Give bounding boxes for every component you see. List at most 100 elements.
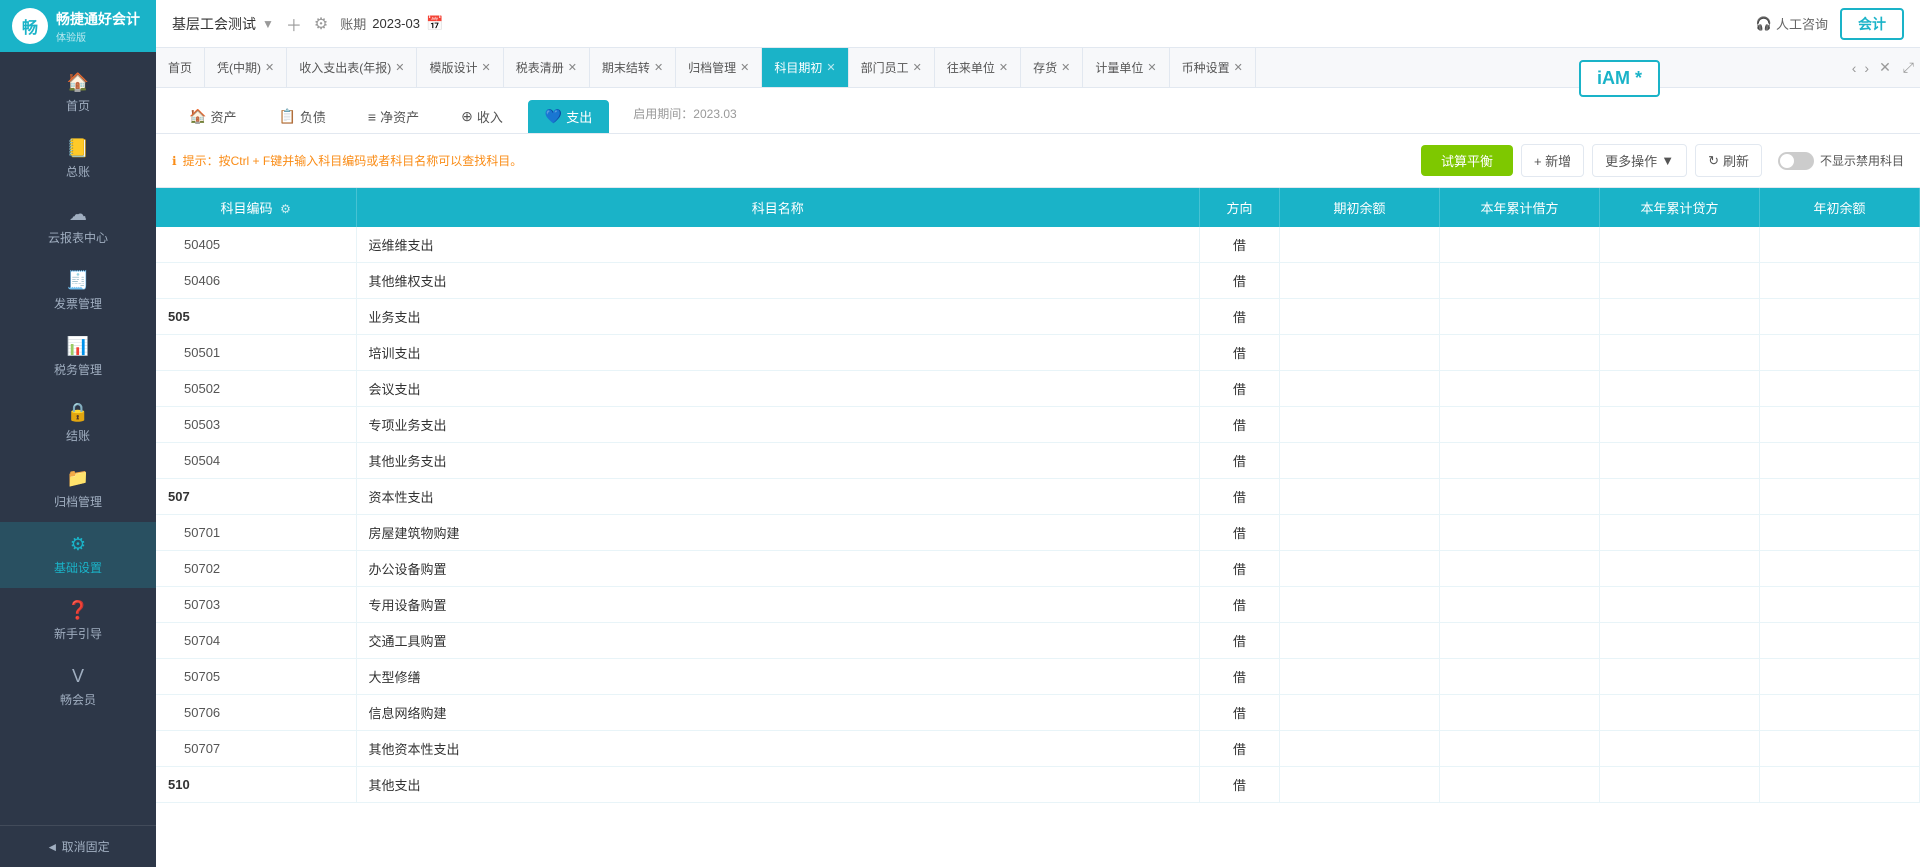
cat-tab-label: 资产 [210,107,236,126]
tab-计量单位[interactable]: 计量单位✕ [1083,48,1169,87]
tab-close-icon[interactable]: ✕ [395,61,404,74]
table-row[interactable]: 507 资本性支出 借 [156,479,1920,515]
settings-icon[interactable]: ⚙ [314,14,328,34]
add-button[interactable]: + 新增 [1521,144,1584,177]
cat-tab-收入[interactable]: ⊕ 收入 [444,100,520,133]
cell-balance [1280,443,1440,479]
topbar-right: 🎧 人工咨询 会计 [1756,8,1904,40]
tab-存货[interactable]: 存货✕ [1021,48,1083,87]
table-row[interactable]: 50704 交通工具购置 借 [156,623,1920,659]
tab-币种设置[interactable]: 币种设置✕ [1170,48,1256,87]
cat-tab-净资产[interactable]: ≡ 净资产 [351,100,436,133]
cell-debit [1440,515,1600,551]
account-button[interactable]: 会计 [1840,8,1904,40]
sidebar-nav: 🏠 首页📒 总账☁ 云报表中心🧾 发票管理📊 税务管理🔒 结账📁 归档管理⚙ 基… [0,52,156,825]
cell-direction: 借 [1200,731,1280,767]
sidebar-item-新手引导[interactable]: ❓ 新手引导 [0,588,156,654]
tab-close-icon[interactable]: ✕ [1061,61,1070,74]
table-row[interactable]: 50707 其他资本性支出 借 [156,731,1920,767]
cell-year-balance [1760,659,1920,695]
sidebar-item-总账[interactable]: 📒 总账 [0,126,156,192]
cell-year-balance [1760,371,1920,407]
sidebar-item-icon: 🧾 [67,270,89,291]
cell-direction: 借 [1200,227,1280,263]
table-row[interactable]: 510 其他支出 借 [156,767,1920,803]
tab-科目期初[interactable]: 科目期初✕ [762,48,848,87]
table-row[interactable]: 50706 信息网络购建 借 [156,695,1920,731]
sidebar-item-首页[interactable]: 🏠 首页 [0,60,156,126]
tab-模版设计[interactable]: 模版设计✕ [417,48,503,87]
tab-close-icon[interactable]: ✕ [826,61,835,74]
table-row[interactable]: 50702 办公设备购置 借 [156,551,1920,587]
company-selector[interactable]: 基层工会测试 ▼ [172,14,274,34]
tabs-close-btn[interactable]: ✕ [1873,57,1897,78]
more-label: 更多操作 [1605,151,1657,170]
col-debit-header: 本年累计借方 [1440,188,1600,227]
more-button[interactable]: 更多操作 ▼ [1592,144,1687,177]
cat-tab-负债[interactable]: 📋 负债 [261,100,342,133]
toggle-switch[interactable] [1778,152,1814,170]
tab-close-icon[interactable]: ✕ [481,61,490,74]
cell-debit [1440,407,1600,443]
cell-credit [1600,659,1760,695]
tab-close-icon[interactable]: ✕ [654,61,663,74]
sidebar-item-结账[interactable]: 🔒 结账 [0,390,156,456]
toggle-disabled[interactable]: 不显示禁用科目 [1778,152,1904,170]
table-row[interactable]: 50406 其他维权支出 借 [156,263,1920,299]
tab-label: 归档管理 [688,59,736,76]
sidebar-item-发票管理[interactable]: 🧾 发票管理 [0,258,156,324]
period-selector[interactable]: 账期 2023-03 📅 [340,14,443,33]
table-row[interactable]: 50501 培训支出 借 [156,335,1920,371]
sidebar-collapse-btn[interactable]: ◄ 取消固定 [0,825,156,867]
company-chevron-icon: ▼ [262,17,274,31]
tab-凭(中期)[interactable]: 凭(中期)✕ [205,48,287,87]
tab-close-icon[interactable]: ✕ [265,61,274,74]
table-row[interactable]: 50502 会议支出 借 [156,371,1920,407]
refresh-button[interactable]: ↻ 刷新 [1695,144,1762,177]
tab-close-icon[interactable]: ✕ [568,61,577,74]
cat-tab-资产[interactable]: 🏠 资产 [172,100,253,133]
tab-部门员工[interactable]: 部门员工✕ [849,48,935,87]
sidebar-item-云报表中心[interactable]: ☁ 云报表中心 [0,192,156,258]
table-row[interactable]: 50503 专项业务支出 借 [156,407,1920,443]
cell-balance [1280,731,1440,767]
balance-button[interactable]: 试算平衡 [1421,145,1513,176]
tab-收入支出表(年报)[interactable]: 收入支出表(年报)✕ [287,48,417,87]
cat-tab-支出[interactable]: 💙 支出 [528,100,609,133]
cell-code: 50504 [156,443,356,479]
cell-credit [1600,515,1760,551]
cell-name: 会议支出 [356,371,1200,407]
table-row[interactable]: 50701 房屋建筑物购建 借 [156,515,1920,551]
tab-首页[interactable]: 首页 [156,48,205,87]
sidebar-item-税务管理[interactable]: 📊 税务管理 [0,324,156,390]
tab-close-icon[interactable]: ✕ [1234,61,1243,74]
cell-credit [1600,767,1760,803]
calendar-icon[interactable]: 📅 [426,15,443,32]
column-settings-icon[interactable]: ⚙ [280,202,291,216]
add-company-icon[interactable]: ＋ [286,12,302,36]
table-row[interactable]: 50705 大型修缮 借 [156,659,1920,695]
table-row[interactable]: 50405 运维维支出 借 [156,227,1920,263]
tab-往来单位[interactable]: 往来单位✕ [935,48,1021,87]
table-row[interactable]: 50703 专用设备购置 借 [156,587,1920,623]
tab-close-icon[interactable]: ✕ [999,61,1008,74]
tab-close-icon[interactable]: ✕ [740,61,749,74]
cell-debit [1440,623,1600,659]
sidebar-item-基础设置[interactable]: ⚙ 基础设置 [0,522,156,588]
tabs-prev-btn[interactable]: ‹ [1848,58,1861,78]
cell-name: 专用设备购置 [356,587,1200,623]
tab-期末结转[interactable]: 期末结转✕ [590,48,676,87]
tab-close-icon[interactable]: ✕ [1147,61,1156,74]
sidebar-item-归档管理[interactable]: 📁 归档管理 [0,456,156,522]
sidebar-item-畅会员[interactable]: V 畅会员 [0,654,156,720]
sidebar-item-label: 云报表中心 [48,229,108,246]
tab-税表清册[interactable]: 税表清册✕ [504,48,590,87]
service-btn[interactable]: 🎧 人工咨询 [1756,14,1828,33]
table-row[interactable]: 505 业务支出 借 [156,299,1920,335]
tabs-next-btn[interactable]: › [1860,58,1873,78]
tab-close-icon[interactable]: ✕ [913,61,922,74]
table-row[interactable]: 50504 其他业务支出 借 [156,443,1920,479]
cell-code: 50701 [156,515,356,551]
tabs-expand-btn[interactable]: ⤢ [1897,57,1920,78]
tab-归档管理[interactable]: 归档管理 ✕ [676,48,762,87]
